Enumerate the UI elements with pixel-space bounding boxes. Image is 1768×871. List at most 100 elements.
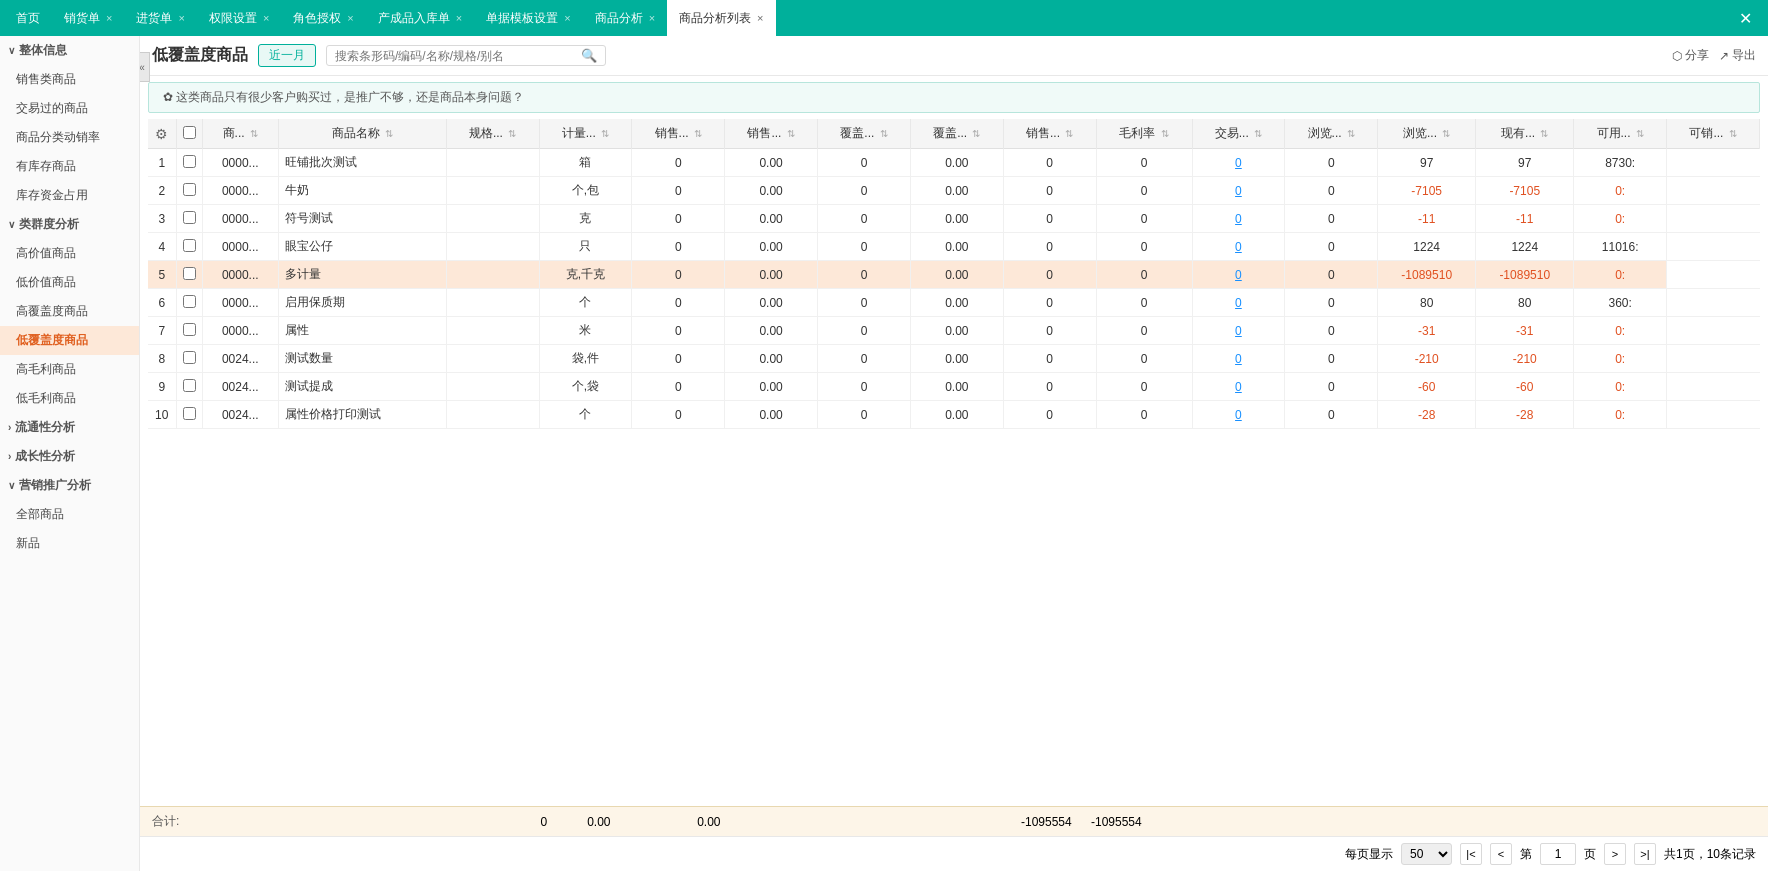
close-icon[interactable]: × bbox=[263, 12, 269, 24]
last-page-button[interactable]: >| bbox=[1634, 843, 1656, 865]
row-name: 牛奶 bbox=[278, 177, 446, 205]
sidebar-item-high-value[interactable]: 高价值商品 bbox=[0, 239, 139, 268]
nav-home[interactable]: 首页 bbox=[4, 0, 52, 36]
code-col-header[interactable]: 商... ⇅ bbox=[202, 119, 278, 149]
nav-product-analysis-list[interactable]: 商品分析列表 × bbox=[667, 0, 775, 36]
sidebar-item-low-margin[interactable]: 低毛利商品 bbox=[0, 384, 139, 413]
close-icon[interactable]: × bbox=[757, 12, 763, 24]
sidebar-section-marketing[interactable]: ∨ 营销推广分析 bbox=[0, 471, 139, 500]
sidebar-item-low-coverage[interactable]: 低覆盖度商品 bbox=[0, 326, 139, 355]
checkbox-col-header[interactable] bbox=[176, 119, 202, 149]
nav-role-auth[interactable]: 角色授权 × bbox=[281, 0, 365, 36]
sidebar-item-low-value[interactable]: 低价值商品 bbox=[0, 268, 139, 297]
sidebar-collapse-button[interactable]: « bbox=[140, 52, 150, 82]
margin-col-header[interactable]: 毛利率 ⇅ bbox=[1096, 119, 1192, 149]
row-checkbox[interactable] bbox=[176, 233, 202, 261]
close-icon[interactable]: × bbox=[347, 12, 353, 24]
sidebar-item-sales-products[interactable]: 销售类商品 bbox=[0, 65, 139, 94]
sidebar-section-circulation[interactable]: › 流通性分析 bbox=[0, 413, 139, 442]
close-icon[interactable]: × bbox=[178, 12, 184, 24]
select-all-checkbox[interactable] bbox=[183, 126, 196, 139]
prev-page-button[interactable]: < bbox=[1490, 843, 1512, 865]
settings-icon[interactable]: ⚙ bbox=[155, 126, 168, 142]
share-icon: ⬡ bbox=[1672, 49, 1682, 63]
browse1-col-header[interactable]: 浏览... ⇅ bbox=[1285, 119, 1378, 149]
row-s10: 1224 bbox=[1476, 233, 1574, 261]
close-icon[interactable]: × bbox=[456, 12, 462, 24]
share-button[interactable]: ⬡ 分享 bbox=[1672, 47, 1709, 64]
coverage2-col-header[interactable]: 覆盖... ⇅ bbox=[910, 119, 1003, 149]
sidebar-item-new-products[interactable]: 新品 bbox=[0, 529, 139, 558]
table-header-row: ⚙ 商... ⇅ 商品名称 ⇅ 规格... ⇅ 计量... ⇅ 销售... ⇅ … bbox=[148, 119, 1760, 149]
row-s5: 0 bbox=[1003, 401, 1096, 429]
page-number-input[interactable] bbox=[1540, 843, 1576, 865]
close-icon[interactable]: × bbox=[564, 12, 570, 24]
row-checkbox[interactable] bbox=[176, 373, 202, 401]
nav-purchase-order[interactable]: 进货单 × bbox=[124, 0, 196, 36]
row-s3: 0 bbox=[818, 177, 911, 205]
sidebar-item-traded-products[interactable]: 交易过的商品 bbox=[0, 94, 139, 123]
close-icon[interactable]: × bbox=[106, 12, 112, 24]
row-checkbox[interactable] bbox=[176, 289, 202, 317]
row-s10: -31 bbox=[1476, 317, 1574, 345]
row-s6: 0 bbox=[1096, 401, 1192, 429]
close-icon[interactable]: × bbox=[649, 12, 655, 24]
row-s8: 0 bbox=[1285, 373, 1378, 401]
salable-col-header[interactable]: 可销... ⇅ bbox=[1667, 119, 1760, 149]
sidebar-item-stock-capital[interactable]: 库存资金占用 bbox=[0, 181, 139, 210]
row-name: 多计量 bbox=[278, 261, 446, 289]
search-icon[interactable]: 🔍 bbox=[581, 48, 597, 63]
first-page-button[interactable]: |< bbox=[1460, 843, 1482, 865]
row-s9: -1089510 bbox=[1378, 261, 1476, 289]
row-checkbox[interactable] bbox=[176, 317, 202, 345]
sidebar-item-high-coverage[interactable]: 高覆盖度商品 bbox=[0, 297, 139, 326]
sidebar-item-high-margin[interactable]: 高毛利商品 bbox=[0, 355, 139, 384]
nav-product-analysis[interactable]: 商品分析 × bbox=[583, 0, 667, 36]
sales3-col-header[interactable]: 销售... ⇅ bbox=[1003, 119, 1096, 149]
spec-col-header[interactable]: 规格... ⇅ bbox=[446, 119, 539, 149]
nav-permission-settings[interactable]: 权限设置 × bbox=[197, 0, 281, 36]
row-s4: 0.00 bbox=[910, 149, 1003, 177]
nav-product-entry[interactable]: 产成品入库单 × bbox=[366, 0, 474, 36]
row-checkbox[interactable] bbox=[176, 205, 202, 233]
row-s4: 0.00 bbox=[910, 261, 1003, 289]
sidebar-section-overall[interactable]: ∨ 整体信息 bbox=[0, 36, 139, 65]
row-num: 1 bbox=[148, 149, 176, 177]
nav-template-settings[interactable]: 单据模板设置 × bbox=[474, 0, 582, 36]
current-stock-col-header[interactable]: 现有... ⇅ bbox=[1476, 119, 1574, 149]
sidebar-section-growth[interactable]: › 成长性分析 bbox=[0, 442, 139, 471]
available-stock-col-header[interactable]: 可用... ⇅ bbox=[1574, 119, 1667, 149]
sales2-col-header[interactable]: 销售... ⇅ bbox=[725, 119, 818, 149]
sidebar-item-category-turnover[interactable]: 商品分类动销率 bbox=[0, 123, 139, 152]
row-s9: -28 bbox=[1378, 401, 1476, 429]
row-code: 0000... bbox=[202, 205, 278, 233]
row-checkbox[interactable] bbox=[176, 401, 202, 429]
settings-col-header[interactable]: ⚙ bbox=[148, 119, 176, 149]
row-code: 0000... bbox=[202, 233, 278, 261]
sidebar-item-in-stock[interactable]: 有库存商品 bbox=[0, 152, 139, 181]
trade-col-header[interactable]: 交易... ⇅ bbox=[1192, 119, 1285, 149]
close-all-tabs-button[interactable]: ✕ bbox=[1727, 9, 1764, 28]
next-page-button[interactable]: > bbox=[1604, 843, 1626, 865]
row-checkbox[interactable] bbox=[176, 177, 202, 205]
export-button[interactable]: ↗ 导出 bbox=[1719, 47, 1756, 64]
sidebar-section-group-analysis[interactable]: ∨ 类群度分析 bbox=[0, 210, 139, 239]
search-input[interactable] bbox=[335, 49, 581, 63]
row-spec bbox=[446, 261, 539, 289]
unit-col-header[interactable]: 计量... ⇅ bbox=[539, 119, 632, 149]
row-checkbox[interactable] bbox=[176, 345, 202, 373]
browse2-col-header[interactable]: 浏览... ⇅ bbox=[1378, 119, 1476, 149]
nav-sales-order[interactable]: 销货单 × bbox=[52, 0, 124, 36]
coverage1-col-header[interactable]: 覆盖... ⇅ bbox=[818, 119, 911, 149]
row-checkbox[interactable] bbox=[176, 261, 202, 289]
row-s5: 0 bbox=[1003, 261, 1096, 289]
row-s5: 0 bbox=[1003, 149, 1096, 177]
sidebar-item-all-products[interactable]: 全部商品 bbox=[0, 500, 139, 529]
page-size-select[interactable]: 50 100 200 bbox=[1401, 843, 1452, 865]
row-checkbox[interactable] bbox=[176, 149, 202, 177]
row-s11: 11016: bbox=[1574, 233, 1667, 261]
row-num: 6 bbox=[148, 289, 176, 317]
sales1-col-header[interactable]: 销售... ⇅ bbox=[632, 119, 725, 149]
name-col-header[interactable]: 商品名称 ⇅ bbox=[278, 119, 446, 149]
filter-period-button[interactable]: 近一月 bbox=[258, 44, 316, 67]
